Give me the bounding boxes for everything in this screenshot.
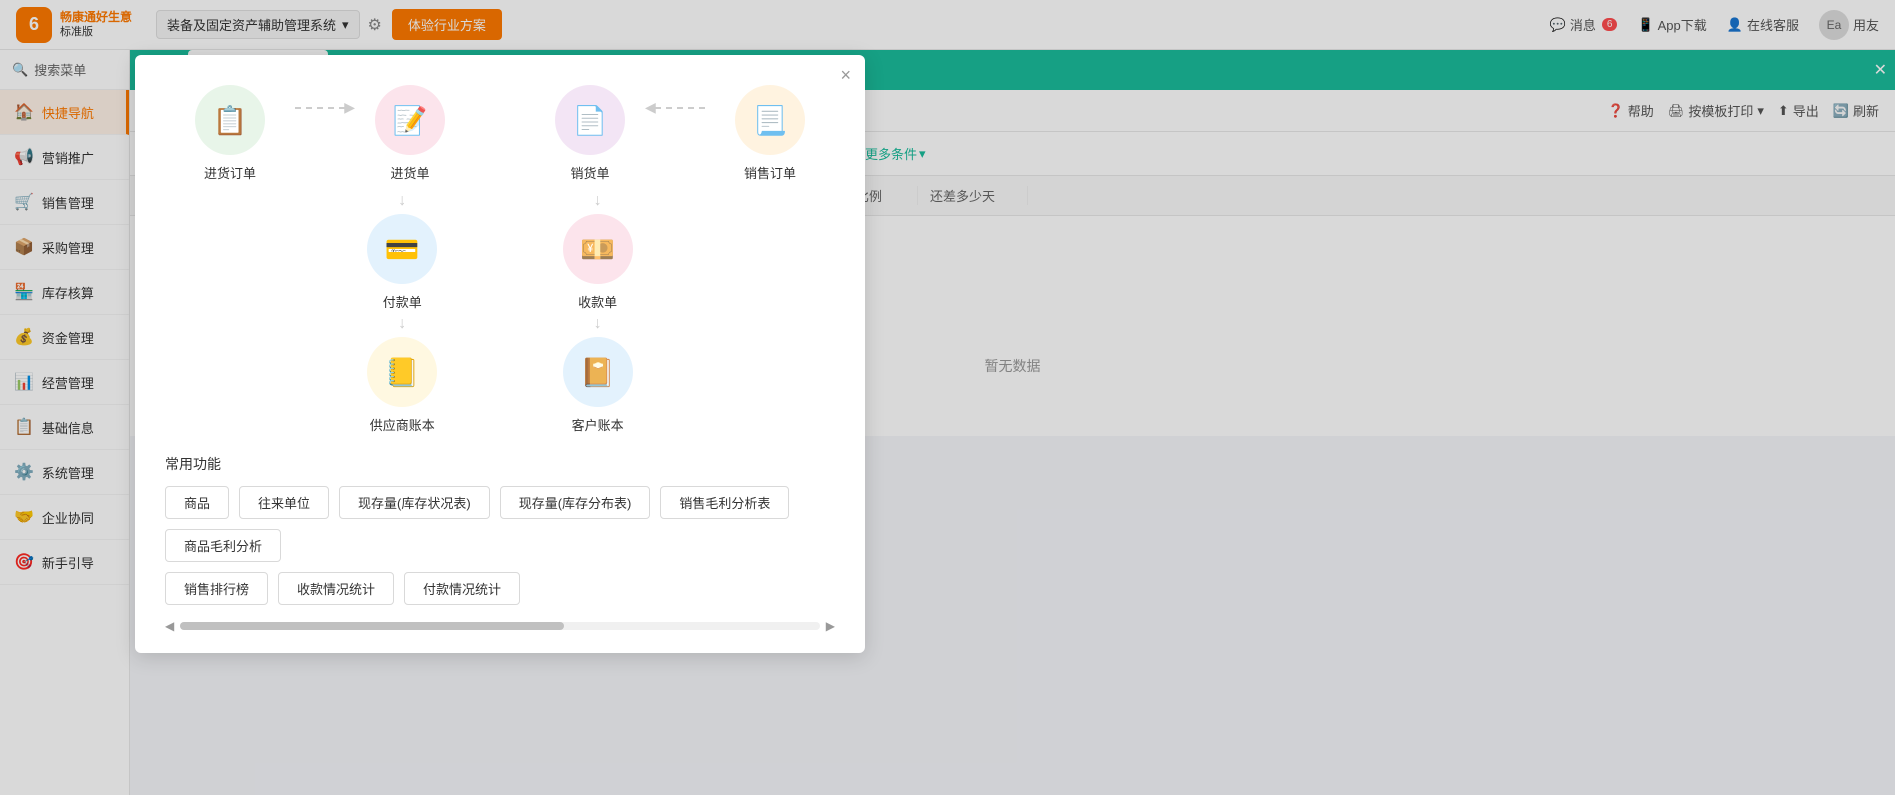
down-arrow-receipt: ↓	[537, 315, 658, 333]
func-btn-stock-status[interactable]: 现存量(库存状况表)	[339, 486, 490, 519]
payment-icon: 💳	[385, 233, 420, 266]
wf-sales-bill[interactable]: 📄 销货单	[525, 85, 655, 182]
supplier-ledger-icon: 📒	[385, 356, 420, 389]
func-btn-sales-rank[interactable]: 销售排行榜	[165, 572, 268, 605]
wf-supplier-ledger[interactable]: 📒 供应商账本	[342, 337, 463, 434]
customer-ledger-icon: 📔	[580, 356, 615, 389]
workflow-popup: × 📋 进货订单 ▶ 📝 进货单 📄	[135, 55, 865, 653]
scroll-right-btn[interactable]: ▶	[826, 619, 835, 633]
func-btn-partner[interactable]: 往来单位	[239, 486, 329, 519]
down-arrow-payment: ↓	[342, 315, 463, 333]
popup-scrollbar: ◀ ▶	[165, 619, 835, 633]
func-btn-payment-stat[interactable]: 付款情况统计	[404, 572, 520, 605]
wf-payment-slip[interactable]: 💳 付款单	[342, 214, 463, 311]
scrollbar-thumb	[180, 622, 564, 630]
purchase-bill-icon: 📝	[393, 104, 428, 137]
wf-receipt-slip[interactable]: 💴 收款单	[537, 214, 658, 311]
func-btn-stock-dist[interactable]: 现存量(库存分布表)	[500, 486, 651, 519]
scroll-left-btn[interactable]: ◀	[165, 619, 174, 633]
sales-bill-icon: 📄	[573, 104, 608, 137]
sales-order-icon: 📃	[753, 104, 788, 137]
down-arrow-purchase: ↓	[342, 192, 463, 210]
receipt-icon: 💴	[580, 233, 615, 266]
common-functions-section: 常用功能 商品 往来单位 现存量(库存状况表) 现存量(库存分布表) 销售毛利分…	[165, 454, 835, 605]
popup-close-btn[interactable]: ×	[840, 65, 851, 86]
wf-purchase-bill[interactable]: 📝 进货单	[345, 85, 475, 182]
scrollbar-track[interactable]	[180, 622, 820, 630]
func-btn-sales-profit[interactable]: 销售毛利分析表	[660, 486, 789, 519]
func-btn-receipt-stat[interactable]: 收款情况统计	[278, 572, 394, 605]
func-buttons: 商品 往来单位 现存量(库存状况表) 现存量(库存分布表) 销售毛利分析表 商品…	[165, 486, 835, 562]
down-arrow-sales: ↓	[537, 192, 658, 210]
func-btn-product-profit[interactable]: 商品毛利分析	[165, 529, 281, 562]
common-func-title: 常用功能	[165, 454, 835, 474]
wf-customer-ledger[interactable]: 📔 客户账本	[537, 337, 658, 434]
wf-purchase-order[interactable]: 📋 进货订单	[165, 85, 295, 182]
func-buttons-2: 销售排行榜 收款情况统计 付款情况统计	[165, 572, 835, 605]
purchase-order-icon: 📋	[213, 104, 248, 137]
wf-sales-order[interactable]: 📃 销售订单	[705, 85, 835, 182]
func-btn-product[interactable]: 商品	[165, 486, 229, 519]
